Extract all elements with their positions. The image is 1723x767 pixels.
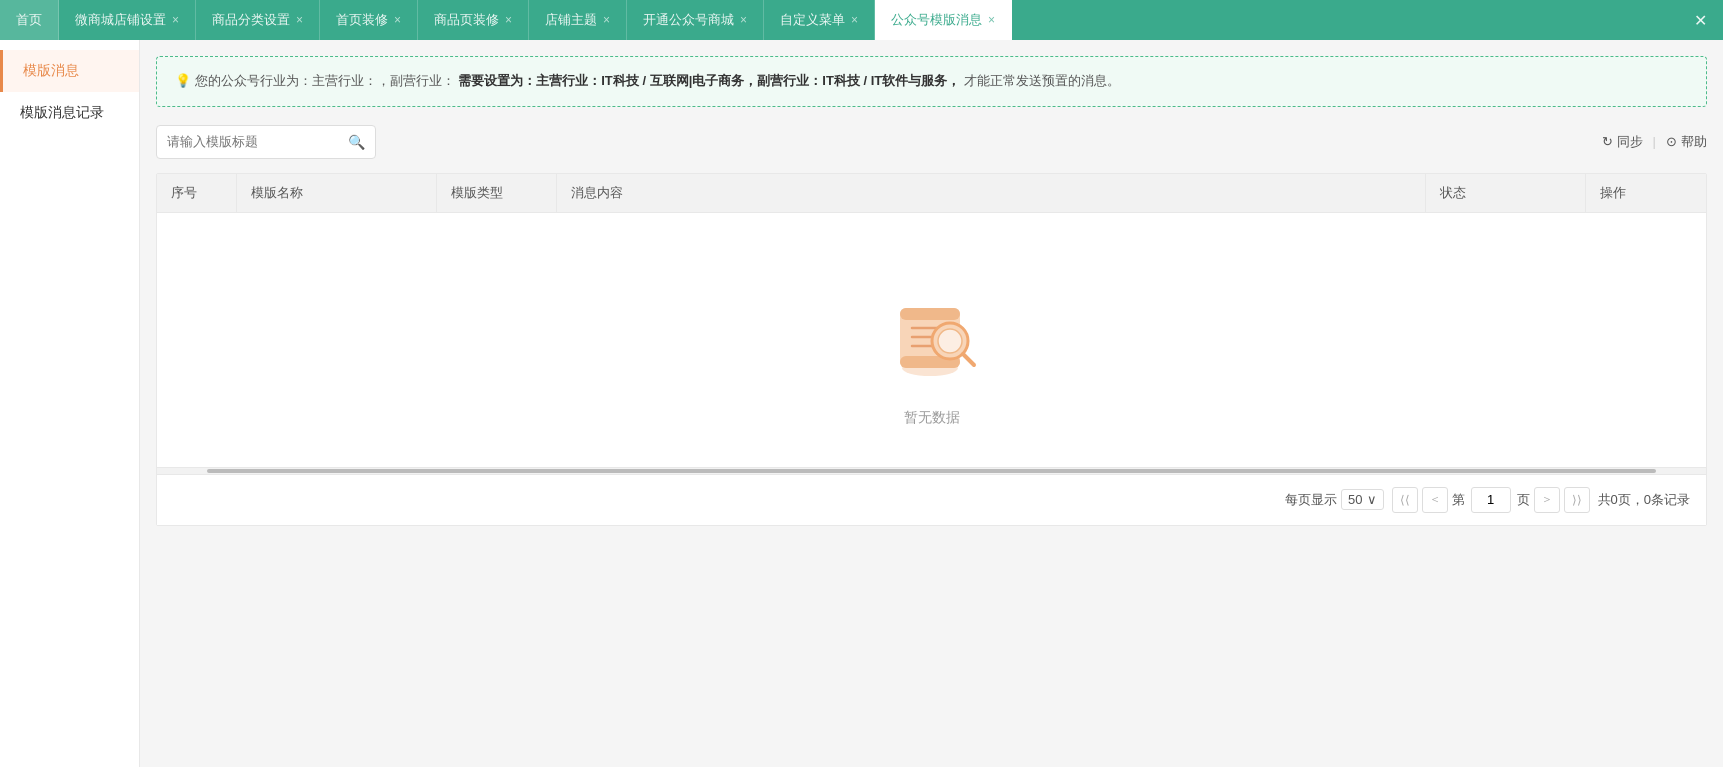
svg-rect-2	[900, 308, 960, 320]
tab-home-decor-label: 首页装修	[336, 11, 388, 29]
empty-state: 暂无数据	[157, 213, 1706, 467]
tab-micro-store[interactable]: 微商城店铺设置 ×	[59, 0, 196, 40]
close-micro-store-icon[interactable]: ×	[172, 13, 179, 27]
tab-bar: 首页 微商城店铺设置 × 商品分类设置 × 首页装修 × 商品页装修 × 店铺主…	[0, 0, 1723, 40]
th-status: 状态	[1426, 174, 1586, 212]
svg-line-9	[963, 354, 974, 365]
close-custom-menu-icon[interactable]: ×	[851, 13, 858, 27]
search-box[interactable]: 🔍	[156, 125, 376, 159]
tab-bar-close-all[interactable]: ✕	[1678, 11, 1723, 30]
tab-product-decor[interactable]: 商品页装修 ×	[418, 0, 529, 40]
tab-micro-store-label: 微商城店铺设置	[75, 11, 166, 29]
tab-home[interactable]: 首页	[0, 0, 59, 40]
empty-text: 暂无数据	[904, 409, 960, 427]
tab-custom-menu-label: 自定义菜单	[780, 11, 845, 29]
help-label: 帮助	[1681, 133, 1707, 151]
close-product-decor-icon[interactable]: ×	[505, 13, 512, 27]
page-number-input[interactable]	[1471, 487, 1511, 513]
tab-template-msg[interactable]: 公众号模版消息 ×	[875, 0, 1012, 40]
close-open-mall-icon[interactable]: ×	[740, 13, 747, 27]
th-action: 操作	[1586, 174, 1706, 212]
notice-icon: 💡	[175, 73, 191, 88]
close-template-msg-icon[interactable]: ×	[988, 13, 995, 27]
content-area: 💡 您的公众号行业为：主营行业：，副营行业： 需要设置为：主营行业：IT科技 /…	[140, 40, 1723, 767]
toolbar: 🔍 ↻ 同步 | ⊙ 帮助	[156, 125, 1707, 159]
tab-open-mall[interactable]: 开通公众号商城 ×	[627, 0, 764, 40]
tab-store-theme-label: 店铺主题	[545, 11, 597, 29]
close-home-decor-icon[interactable]: ×	[394, 13, 401, 27]
notice-text-before: 您的公众号行业为：主营行业：，副营行业：	[195, 73, 455, 88]
toolbar-divider: |	[1653, 134, 1656, 149]
sidebar-item-template-msg[interactable]: 模版消息	[0, 50, 139, 92]
close-store-theme-icon[interactable]: ×	[603, 13, 610, 27]
notice-highlight: 需要设置为：主营行业：IT科技 / 互联网|电子商务，副营行业：IT科技 / I…	[458, 73, 960, 88]
page-navigation: ⟨⟨ ＜ 第 页 ＞ ⟩⟩	[1392, 487, 1590, 513]
page-size-select: 每页显示 50 ∨	[1285, 489, 1383, 510]
page-input-box: 第 页	[1452, 487, 1530, 513]
th-type: 模版类型	[437, 174, 557, 212]
page-size-value: 50	[1348, 492, 1362, 507]
main-layout: 模版消息 模版消息记录 💡 您的公众号行业为：主营行业：，副营行业： 需要设置为…	[0, 40, 1723, 767]
tab-product-category-label: 商品分类设置	[212, 11, 290, 29]
empty-illustration	[872, 273, 992, 393]
page-first-button[interactable]: ⟨⟨	[1392, 487, 1418, 513]
tab-product-decor-label: 商品页装修	[434, 11, 499, 29]
page-label-before: 第	[1452, 491, 1465, 509]
table-wrap: 序号 模版名称 模版类型 消息内容 状态 操作	[156, 173, 1707, 526]
page-prev-button[interactable]: ＜	[1422, 487, 1448, 513]
tab-product-category[interactable]: 商品分类设置 ×	[196, 0, 320, 40]
sync-button[interactable]: ↻ 同步	[1602, 133, 1643, 151]
th-index: 序号	[157, 174, 237, 212]
tab-open-mall-label: 开通公众号商城	[643, 11, 734, 29]
tab-home-label: 首页	[16, 11, 42, 29]
sidebar: 模版消息 模版消息记录	[0, 40, 140, 767]
help-button[interactable]: ⊙ 帮助	[1666, 133, 1707, 151]
th-name: 模版名称	[237, 174, 437, 212]
notice-box: 💡 您的公众号行业为：主营行业：，副营行业： 需要设置为：主营行业：IT科技 /…	[156, 56, 1707, 107]
sidebar-item-template-log-label: 模版消息记录	[20, 104, 104, 120]
horizontal-scrollbar[interactable]	[157, 467, 1706, 475]
chevron-down-icon: ∨	[1367, 492, 1377, 507]
search-icon[interactable]: 🔍	[348, 134, 365, 150]
close-product-category-icon[interactable]: ×	[296, 13, 303, 27]
toolbar-right: ↻ 同步 | ⊙ 帮助	[1602, 133, 1707, 151]
tab-store-theme[interactable]: 店铺主题 ×	[529, 0, 627, 40]
sync-label: 同步	[1617, 133, 1643, 151]
tab-custom-menu[interactable]: 自定义菜单 ×	[764, 0, 875, 40]
sidebar-item-template-msg-label: 模版消息	[23, 62, 79, 78]
tab-home-decor[interactable]: 首页装修 ×	[320, 0, 418, 40]
help-icon: ⊙	[1666, 134, 1677, 149]
scrollbar-thumb[interactable]	[207, 469, 1656, 473]
page-size-dropdown[interactable]: 50 ∨	[1341, 489, 1383, 510]
notice-text-after: 才能正常发送预置的消息。	[964, 73, 1120, 88]
page-label-after: 页	[1517, 491, 1530, 509]
page-last-button[interactable]: ⟩⟩	[1564, 487, 1590, 513]
sidebar-item-template-log[interactable]: 模版消息记录	[0, 92, 139, 134]
sync-icon: ↻	[1602, 134, 1613, 149]
table-header: 序号 模版名称 模版类型 消息内容 状态 操作	[157, 174, 1706, 213]
th-content: 消息内容	[557, 174, 1426, 212]
tab-template-msg-label: 公众号模版消息	[891, 11, 982, 29]
page-size-label: 每页显示	[1285, 491, 1337, 509]
search-input[interactable]	[167, 134, 348, 149]
pagination: 每页显示 50 ∨ ⟨⟨ ＜ 第 页 ＞ ⟩⟩	[157, 475, 1706, 525]
total-count: 共0页，0条记录	[1598, 491, 1690, 509]
page-next-button[interactable]: ＞	[1534, 487, 1560, 513]
